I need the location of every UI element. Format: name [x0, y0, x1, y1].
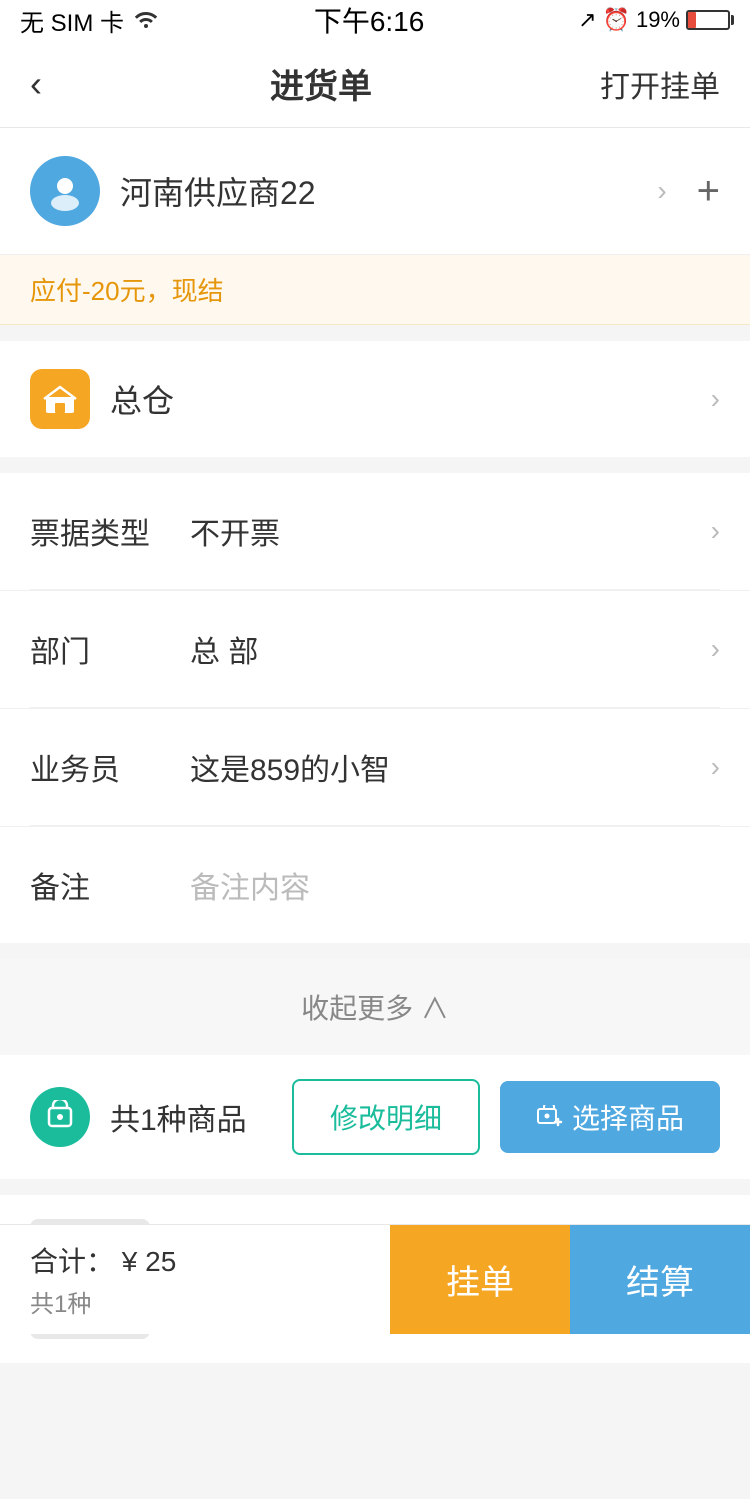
alarm-icon: ⏰	[603, 7, 630, 33]
bottom-total: 合计： ¥ 25 共1种	[0, 1225, 390, 1334]
remark-label: 备注	[30, 863, 170, 907]
total-row: 合计： ¥ 25	[30, 1240, 360, 1280]
product-count-icon	[30, 1087, 90, 1147]
status-right: ↗ ⏰ 19%	[578, 7, 730, 33]
department-row[interactable]: 部门 总 部 ›	[0, 590, 750, 707]
product-count-label: 共1种商品	[110, 1095, 272, 1139]
department-chevron-icon: ›	[711, 633, 720, 665]
department-value: 总 部	[170, 627, 711, 671]
select-product-label: 选择商品	[572, 1097, 684, 1137]
supplier-row[interactable]: 河南供应商22 › +	[0, 128, 750, 255]
edit-detail-button[interactable]: 修改明细	[292, 1079, 480, 1155]
collapse-label: 收起更多 ∧	[301, 987, 449, 1027]
remark-value[interactable]: 备注内容	[170, 863, 720, 907]
warehouse-label: 总仓	[110, 376, 711, 422]
form-section: 票据类型 不开票 › 部门 总 部 › 业务员 这是859的小智 › 备注 备注…	[0, 473, 750, 943]
department-label: 部门	[30, 627, 170, 671]
warehouse-icon	[30, 369, 90, 429]
warehouse-row[interactable]: 总仓 ›	[0, 341, 750, 457]
supplier-avatar	[30, 156, 100, 226]
total-amount: ¥ 25	[122, 1246, 177, 1277]
invoice-type-label: 票据类型	[30, 509, 170, 553]
bottom-bar: 合计： ¥ 25 共1种 挂单 结算	[0, 1224, 750, 1334]
salesperson-value: 这是859的小智	[170, 745, 711, 789]
status-time: 下午6:16	[314, 0, 425, 40]
select-product-button[interactable]: 选择商品	[500, 1081, 720, 1153]
carrier-label: 无 SIM 卡	[20, 3, 124, 38]
product-toolbar: 共1种商品 修改明细 选择商品	[0, 1055, 750, 1179]
supplier-name: 河南供应商22	[120, 168, 657, 214]
nav-bar: ‹ 进货单 打开挂单	[0, 40, 750, 128]
battery-icon	[686, 10, 730, 30]
invoice-type-value: 不开票	[170, 509, 711, 553]
page-title: 进货单	[270, 59, 372, 108]
checkout-button[interactable]: 结算	[570, 1225, 750, 1334]
add-button[interactable]: +	[697, 169, 720, 214]
salesperson-row[interactable]: 业务员 这是859的小智 ›	[0, 708, 750, 825]
notice-bar: 应付-20元，现结	[0, 255, 750, 325]
total-sub-label: 共1种	[30, 1284, 360, 1319]
supplier-chevron-icon: ›	[657, 175, 666, 207]
salesperson-label: 业务员	[30, 745, 170, 789]
status-left: 无 SIM 卡	[20, 3, 160, 38]
collapse-row[interactable]: 收起更多 ∧	[0, 959, 750, 1055]
battery-percent: 19%	[636, 7, 680, 33]
warehouse-chevron-icon: ›	[711, 383, 720, 415]
invoice-type-row[interactable]: 票据类型 不开票 ›	[0, 473, 750, 589]
remark-row[interactable]: 备注 备注内容	[0, 826, 750, 943]
invoice-type-chevron-icon: ›	[711, 515, 720, 547]
location-icon: ↗	[578, 7, 596, 33]
salesperson-chevron-icon: ›	[711, 751, 720, 783]
back-button[interactable]: ‹	[30, 63, 42, 105]
open-hang-button[interactable]: 打开挂单	[600, 62, 720, 106]
hang-button[interactable]: 挂单	[390, 1225, 570, 1334]
wifi-icon	[132, 6, 160, 35]
status-bar: 无 SIM 卡 下午6:16 ↗ ⏰ 19%	[0, 0, 750, 40]
total-label: 合计：	[30, 1246, 114, 1277]
supplier-section: 河南供应商22 › + 应付-20元，现结	[0, 128, 750, 325]
warehouse-section[interactable]: 总仓 ›	[0, 341, 750, 457]
